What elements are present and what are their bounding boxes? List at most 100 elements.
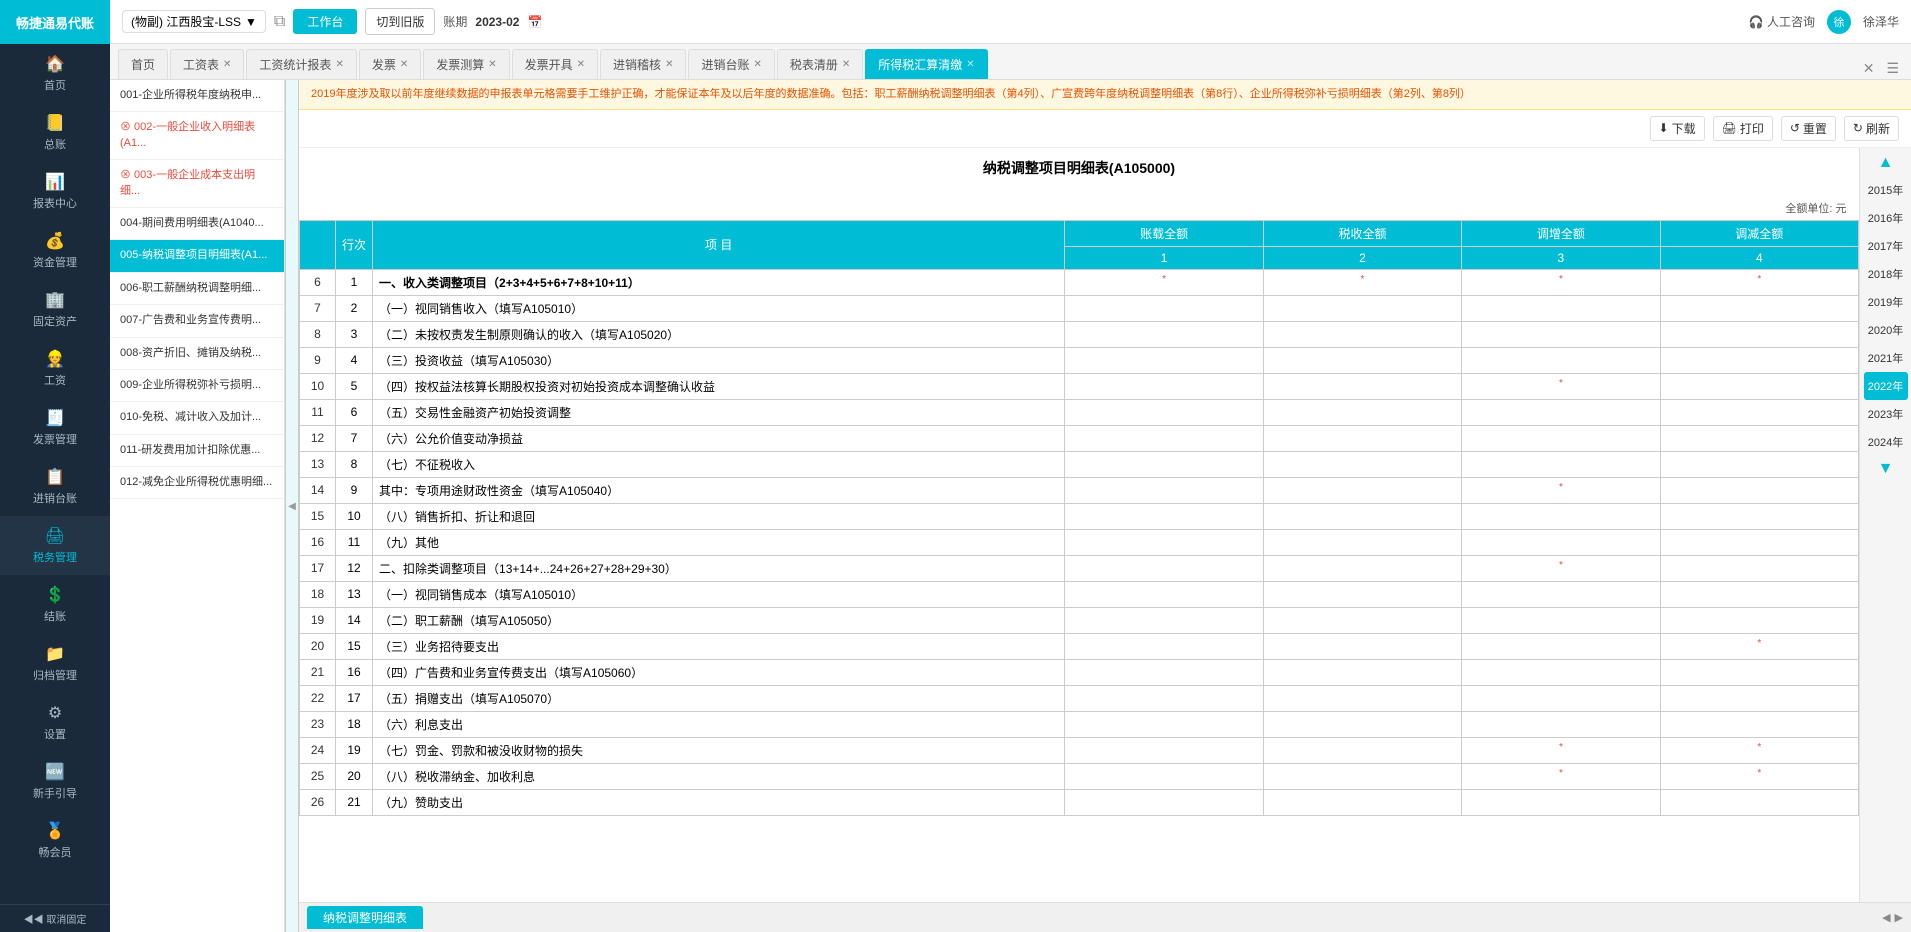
col1-cell[interactable] <box>1065 477 1263 503</box>
col3-cell[interactable] <box>1462 581 1660 607</box>
col4-cell[interactable] <box>1660 581 1858 607</box>
left-panel-item-007[interactable]: 007-广告费和业务宣传费明... <box>110 305 284 337</box>
col1-cell[interactable] <box>1065 529 1263 555</box>
year-btn-2018年[interactable]: 2018年 <box>1864 260 1908 288</box>
col4-cell[interactable]: * <box>1660 269 1858 295</box>
year-btn-2017年[interactable]: 2017年 <box>1864 232 1908 260</box>
col2-cell[interactable] <box>1263 425 1461 451</box>
sidebar-item-vip[interactable]: 🏅畅会员 <box>0 811 110 870</box>
left-panel-item-005[interactable]: 005-纳税调整项目明细表(A1... <box>110 240 284 272</box>
tab-payroll-stat[interactable]: 工资统计报表✕ <box>246 49 356 79</box>
sidebar-item-input[interactable]: 📋进销台账 <box>0 457 110 516</box>
tab-invoice[interactable]: 发票✕ <box>359 49 421 79</box>
col2-cell[interactable] <box>1263 685 1461 711</box>
left-panel-item-011[interactable]: 011-研发费用加计扣除优惠... <box>110 435 284 467</box>
col1-cell[interactable] <box>1065 373 1263 399</box>
col4-cell[interactable] <box>1660 425 1858 451</box>
col4-cell[interactable] <box>1660 451 1858 477</box>
workbench-button[interactable]: 工作台 <box>293 9 357 34</box>
col2-cell[interactable] <box>1263 295 1461 321</box>
col3-cell[interactable] <box>1462 347 1660 373</box>
scroll-left-icon[interactable]: ◀ <box>1882 911 1890 924</box>
col1-cell[interactable] <box>1065 347 1263 373</box>
col2-cell[interactable] <box>1263 633 1461 659</box>
col2-cell[interactable] <box>1263 451 1461 477</box>
col1-cell[interactable] <box>1065 295 1263 321</box>
col2-cell[interactable] <box>1263 399 1461 425</box>
col4-cell[interactable] <box>1660 295 1858 321</box>
tab-payroll[interactable]: 工资表✕ <box>170 49 244 79</box>
sidebar-item-tax[interactable]: 🖨税务管理 <box>0 516 110 575</box>
sidebar-item-guide[interactable]: 🆕新手引导 <box>0 752 110 811</box>
left-panel-item-003[interactable]: ⊗ 003-一般企业成本支出明细... <box>110 160 284 208</box>
tab-close-input-check[interactable]: ✕ <box>665 59 673 70</box>
sidebar-item-reports[interactable]: 📊报表中心 <box>0 162 110 221</box>
col1-cell[interactable] <box>1065 659 1263 685</box>
sidebar-item-home[interactable]: 🏠首页 <box>0 44 110 103</box>
col3-cell[interactable] <box>1462 529 1660 555</box>
col3-cell[interactable] <box>1462 503 1660 529</box>
col3-cell[interactable]: * <box>1462 763 1660 789</box>
refresh-button[interactable]: ↻ 刷新 <box>1844 116 1899 141</box>
sidebar-item-assets[interactable]: 🏢固定资产 <box>0 280 110 339</box>
left-panel-item-006[interactable]: 006-职工薪酬纳税调整明细... <box>110 273 284 305</box>
col3-cell[interactable]: * <box>1462 269 1660 295</box>
bottom-tab[interactable]: 纳税调整明细表 <box>307 906 423 929</box>
sidebar-item-ledger[interactable]: 📒总账 <box>0 103 110 162</box>
col2-cell[interactable] <box>1263 347 1461 373</box>
print-button[interactable]: 🖨 打印 <box>1713 116 1773 141</box>
col1-cell[interactable] <box>1065 737 1263 763</box>
tab-income-tax[interactable]: 所得税汇算清缴✕ <box>865 49 987 79</box>
col1-cell[interactable] <box>1065 555 1263 581</box>
sidebar-fix-toggle[interactable]: ◀◀ 取消固定 <box>0 905 110 932</box>
tab-close-invoice-calc[interactable]: ✕ <box>488 59 496 70</box>
col3-cell[interactable]: * <box>1462 555 1660 581</box>
col4-cell[interactable] <box>1660 373 1858 399</box>
col4-cell[interactable] <box>1660 789 1858 815</box>
col3-cell[interactable] <box>1462 295 1660 321</box>
col3-cell[interactable] <box>1462 607 1660 633</box>
left-panel-item-010[interactable]: 010-免税、减计收入及加计... <box>110 402 284 434</box>
col2-cell[interactable] <box>1263 607 1461 633</box>
col2-cell[interactable] <box>1263 789 1461 815</box>
col1-cell[interactable] <box>1065 633 1263 659</box>
col4-cell[interactable] <box>1660 503 1858 529</box>
col2-cell[interactable] <box>1263 477 1461 503</box>
col2-cell[interactable] <box>1263 529 1461 555</box>
tab-invoice-calc[interactable]: 发票测算✕ <box>423 49 509 79</box>
tab-home[interactable]: 首页 <box>118 49 168 79</box>
sidebar-item-invoice-mgmt[interactable]: 🧾发票管理 <box>0 398 110 457</box>
col4-cell[interactable]: * <box>1660 737 1858 763</box>
left-panel-item-009[interactable]: 009-企业所得税弥补亏损明... <box>110 370 284 402</box>
col1-cell[interactable] <box>1065 425 1263 451</box>
col1-cell[interactable] <box>1065 607 1263 633</box>
panel-toggle-button[interactable]: ◀ <box>285 80 299 932</box>
left-panel-item-012[interactable]: 012-减免企业所得税优惠明细... <box>110 467 284 499</box>
col1-cell[interactable] <box>1065 451 1263 477</box>
col4-cell[interactable] <box>1660 555 1858 581</box>
col4-cell[interactable] <box>1660 659 1858 685</box>
col1-cell[interactable] <box>1065 399 1263 425</box>
col3-cell[interactable]: * <box>1462 737 1660 763</box>
col4-cell[interactable] <box>1660 685 1858 711</box>
col4-cell[interactable] <box>1660 477 1858 503</box>
col4-cell[interactable] <box>1660 607 1858 633</box>
year-btn-2021年[interactable]: 2021年 <box>1864 344 1908 372</box>
col2-cell[interactable] <box>1263 763 1461 789</box>
col4-cell[interactable]: * <box>1660 633 1858 659</box>
support-label[interactable]: 🎧 人工咨询 <box>1749 13 1815 30</box>
tab-input-ledger[interactable]: 进销台账✕ <box>688 49 774 79</box>
col3-cell[interactable]: * <box>1462 477 1660 503</box>
tab-close-payroll[interactable]: ✕ <box>223 59 231 70</box>
col2-cell[interactable] <box>1263 659 1461 685</box>
col1-cell[interactable] <box>1065 763 1263 789</box>
user-label[interactable]: 徐泽华 <box>1863 13 1899 30</box>
col3-cell[interactable]: * <box>1462 373 1660 399</box>
tab-close-invoice[interactable]: ✕ <box>400 59 408 70</box>
col3-cell[interactable] <box>1462 399 1660 425</box>
col1-cell[interactable] <box>1065 711 1263 737</box>
col3-cell[interactable] <box>1462 321 1660 347</box>
tab-input-check[interactable]: 进销稽核✕ <box>600 49 686 79</box>
col3-cell[interactable] <box>1462 659 1660 685</box>
col2-cell[interactable] <box>1263 581 1461 607</box>
